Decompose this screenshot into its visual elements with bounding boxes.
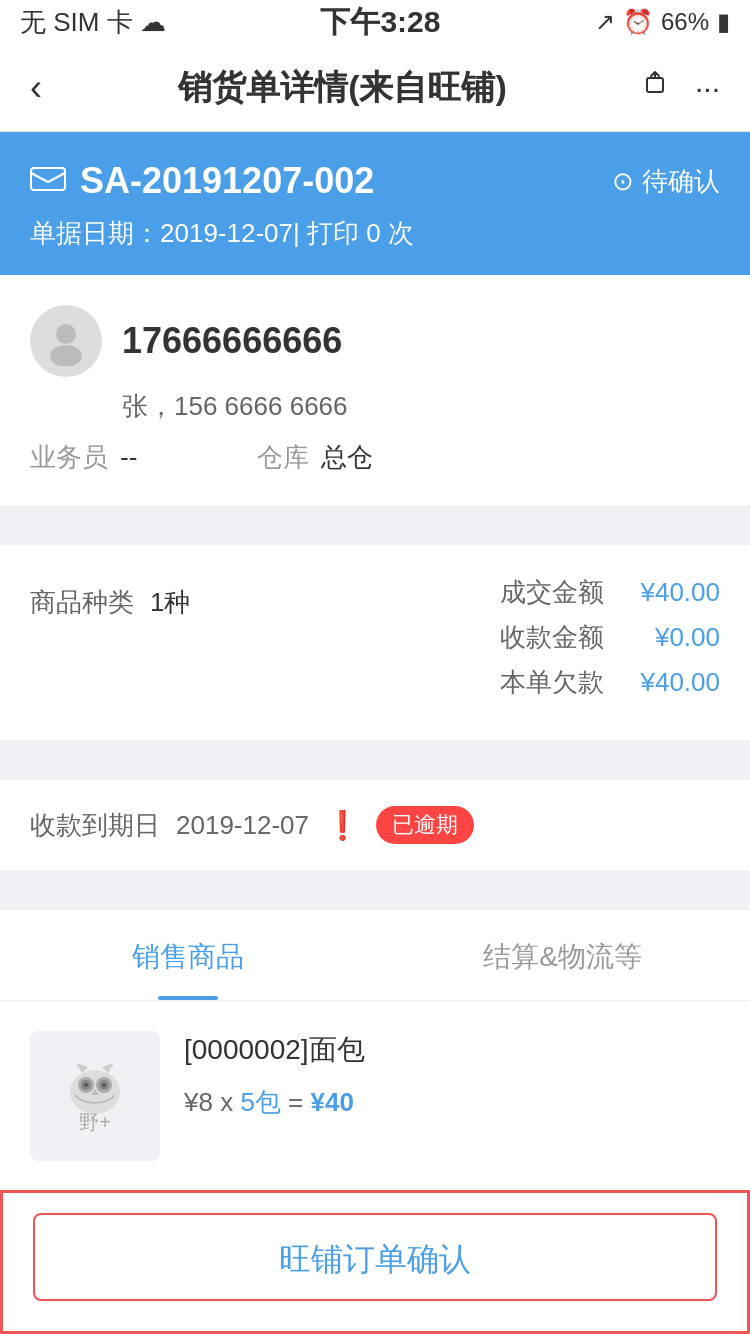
share-icon[interactable] xyxy=(643,70,671,105)
status-time: 下午3:28 xyxy=(320,2,440,43)
overdue-badge: 已逾期 xyxy=(376,806,474,844)
order-id: SA-20191207-002 xyxy=(30,160,374,202)
order-header: SA-20191207-002 ⊙ 待确认 单据日期：2019-12-07| 打… xyxy=(0,132,750,275)
svg-point-9 xyxy=(84,1083,88,1087)
status-right: ↗ ⏰ 66% ▮ xyxy=(595,8,730,36)
customer-meta: 业务员 -- 仓库 总仓 xyxy=(30,440,720,475)
product-name: [0000002]面包 xyxy=(184,1031,720,1069)
alarm-icon: ⏰ xyxy=(623,8,653,36)
warehouse-label: 仓库 xyxy=(257,440,309,475)
tabs-section: 销售商品 结算&物流等 xyxy=(0,910,750,1191)
salesman-label: 业务员 xyxy=(30,440,108,475)
confirm-order-button[interactable]: 旺铺订单确认 xyxy=(33,1213,717,1301)
nav-bar: ‹ 销货单详情(来自旺铺) ··· xyxy=(0,44,750,132)
product-total: ¥40 xyxy=(311,1087,354,1117)
battery-percent: 66% xyxy=(661,8,709,36)
product-thumbnail: 野+ xyxy=(30,1031,160,1161)
svg-rect-0 xyxy=(647,78,663,92)
avatar xyxy=(30,305,102,377)
battery-icon: ▮ xyxy=(717,8,730,36)
customer-section: 17666666666 张，156 6666 6666 业务员 -- 仓库 总仓 xyxy=(0,275,750,505)
salesman-value: -- xyxy=(120,442,137,473)
order-status: ⊙ 待确认 xyxy=(612,164,720,199)
svg-rect-1 xyxy=(31,168,65,190)
order-icon xyxy=(30,160,66,202)
more-button[interactable]: ··· xyxy=(695,71,720,105)
status-left: 无 SIM 卡 ☁ xyxy=(20,5,166,40)
logo-text: 野+ xyxy=(79,1109,111,1136)
back-button[interactable]: ‹ xyxy=(30,67,42,109)
warning-icon: ❗ xyxy=(325,809,360,842)
svg-point-3 xyxy=(50,345,82,366)
page-title: 销货单详情(来自旺铺) xyxy=(178,65,507,111)
order-date: 单据日期：2019-12-07| 打印 0 次 xyxy=(30,216,720,251)
svg-point-10 xyxy=(102,1083,106,1087)
balance-value: ¥40.00 xyxy=(620,667,720,698)
svg-point-2 xyxy=(56,324,76,344)
location-icon: ↗ xyxy=(595,8,615,36)
stats-right: 成交金额 ¥40.00 收款金额 ¥0.00 本单欠款 ¥40.00 xyxy=(375,575,720,710)
received-label: 收款金额 xyxy=(500,620,604,655)
tab-sales-products[interactable]: 销售商品 xyxy=(0,910,375,1000)
transaction-value: ¥40.00 xyxy=(620,577,720,608)
balance-label: 本单欠款 xyxy=(500,665,604,700)
customer-name: 张，156 6666 6666 xyxy=(122,389,720,424)
due-date-label: 收款到期日 xyxy=(30,808,160,843)
tabs-row: 销售商品 结算&物流等 xyxy=(0,910,750,1001)
stats-left: 商品种类 1种 xyxy=(30,575,375,620)
tab-settlement[interactable]: 结算&物流等 xyxy=(375,910,750,1000)
due-date-value: 2019-12-07 xyxy=(176,810,309,841)
confirm-button-wrap: 旺铺订单确认 xyxy=(0,1190,750,1334)
due-section: 收款到期日 2019-12-07 ❗ 已逾期 xyxy=(0,780,750,870)
warehouse-value: 总仓 xyxy=(321,440,373,475)
product-item: 野+ [0000002]面包 ¥8 x 5包 = ¥40 xyxy=(30,1031,720,1161)
nav-actions: ··· xyxy=(643,70,720,105)
multiply-sign: x xyxy=(220,1087,233,1117)
product-type-label: 商品种类 xyxy=(30,585,134,620)
status-bar: 无 SIM 卡 ☁ 下午3:28 ↗ ⏰ 66% ▮ xyxy=(0,0,750,44)
sim-status: 无 SIM 卡 ☁ xyxy=(20,5,166,40)
product-info: [0000002]面包 ¥8 x 5包 = ¥40 xyxy=(184,1031,720,1161)
price-unit: ¥8 xyxy=(184,1087,213,1117)
product-price-row: ¥8 x 5包 = ¥40 xyxy=(184,1085,720,1120)
product-section: 野+ [0000002]面包 ¥8 x 5包 = ¥40 xyxy=(0,1001,750,1191)
transaction-label: 成交金额 xyxy=(500,575,604,610)
product-qty: 5包 xyxy=(240,1087,280,1117)
customer-phone: 17666666666 xyxy=(122,320,342,362)
stats-section: 商品种类 1种 成交金额 ¥40.00 收款金额 ¥0.00 本单欠款 ¥40.… xyxy=(0,545,750,740)
clock-icon: ⊙ xyxy=(612,166,634,197)
received-value: ¥0.00 xyxy=(620,622,720,653)
product-type-count: 1种 xyxy=(150,585,190,620)
equals-sign: = xyxy=(288,1087,303,1117)
